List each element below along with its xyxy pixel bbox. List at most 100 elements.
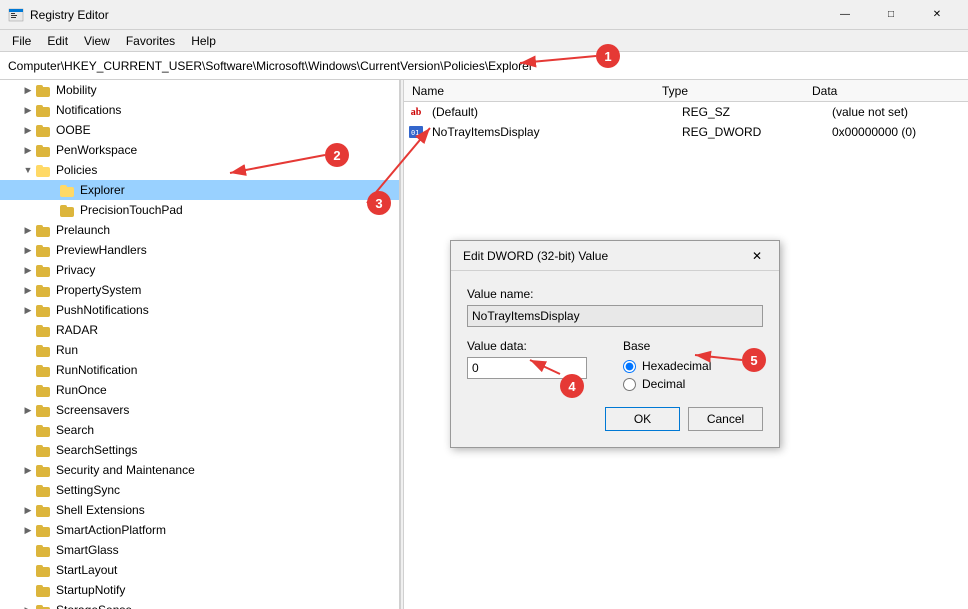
tree-label: PushNotifications: [56, 303, 149, 317]
reg-row-notrayitems[interactable]: 01 NoTrayItemsDisplay REG_DWORD 0x000000…: [404, 122, 968, 142]
expander-icon: ▶: [20, 222, 36, 238]
expander-icon: ▶: [20, 262, 36, 278]
column-headers: Name Type Data: [404, 80, 968, 102]
decimal-option[interactable]: Decimal: [623, 377, 763, 391]
folder-icon: [36, 523, 52, 537]
tree-item-shellextensions[interactable]: ▶ Shell Extensions: [0, 500, 399, 520]
folder-icon: [60, 183, 76, 197]
modal-left-section: Value data:: [467, 339, 607, 395]
folder-icon: [36, 123, 52, 137]
col-header-name: Name: [408, 84, 658, 98]
reg-entry-data: (value not set): [828, 105, 964, 119]
tree-label: Prelaunch: [56, 223, 110, 237]
menu-help[interactable]: Help: [183, 32, 224, 50]
expander-icon: [20, 342, 36, 358]
value-data-input[interactable]: [467, 357, 587, 379]
tree-item-settingsync[interactable]: SettingSync: [0, 480, 399, 500]
tree-item-precisiontouchpad[interactable]: PrecisionTouchPad: [0, 200, 399, 220]
tree-item-pushnotifications[interactable]: ▶ PushNotifications: [0, 300, 399, 320]
hexadecimal-radio[interactable]: [623, 360, 636, 373]
expander-icon: ▶: [20, 122, 36, 138]
folder-icon: [36, 483, 52, 497]
address-path[interactable]: Computer\HKEY_CURRENT_USER\Software\Micr…: [8, 59, 960, 73]
tree-label: Run: [56, 343, 78, 357]
tree-item-startlayout[interactable]: StartLayout: [0, 560, 399, 580]
tree-item-propertysystem[interactable]: ▶ PropertySystem: [0, 280, 399, 300]
modal-right-section: Base Hexadecimal Decimal: [623, 339, 763, 395]
expander-icon: [20, 562, 36, 578]
reg-sz-icon: ab: [408, 105, 424, 119]
tree-item-search[interactable]: Search: [0, 420, 399, 440]
tree-label: Explorer: [80, 183, 125, 197]
folder-icon: [36, 263, 52, 277]
tree-label: SmartGlass: [56, 543, 119, 557]
tree-item-security[interactable]: ▶ Security and Maintenance: [0, 460, 399, 480]
tree-item-oobe[interactable]: ▶ OOBE: [0, 120, 399, 140]
tree-label: Notifications: [56, 103, 121, 117]
tree-item-prelaunch[interactable]: ▶ Prelaunch: [0, 220, 399, 240]
tree-item-runonce[interactable]: RunOnce: [0, 380, 399, 400]
modal-title-bar: Edit DWORD (32-bit) Value ✕: [451, 241, 779, 271]
expander-icon: ▶: [20, 602, 36, 609]
window-controls: — □ ✕: [822, 0, 960, 30]
tree-item-runnotification[interactable]: RunNotification: [0, 360, 399, 380]
expander-icon: ▶: [20, 82, 36, 98]
tree-label: PropertySystem: [56, 283, 141, 297]
cancel-button[interactable]: Cancel: [688, 407, 763, 431]
reg-entry-type: REG_SZ: [678, 105, 828, 119]
tree-item-privacy[interactable]: ▶ Privacy: [0, 260, 399, 280]
tree-item-startupnotify[interactable]: StartupNotify: [0, 580, 399, 600]
folder-icon: [36, 403, 52, 417]
tree-item-searchsettings[interactable]: SearchSettings: [0, 440, 399, 460]
expander-icon: ▶: [20, 402, 36, 418]
tree-item-smartactionplatform[interactable]: ▶ SmartActionPlatform: [0, 520, 399, 540]
hexadecimal-option[interactable]: Hexadecimal: [623, 359, 763, 373]
modal-close-button[interactable]: ✕: [747, 246, 767, 266]
tree-item-radar[interactable]: RADAR: [0, 320, 399, 340]
tree-item-notifications[interactable]: ▶ Notifications: [0, 100, 399, 120]
folder-icon: [36, 503, 52, 517]
value-name-input[interactable]: [467, 305, 763, 327]
tree-item-previewhandlers[interactable]: ▶ PreviewHandlers: [0, 240, 399, 260]
expander-icon: [20, 542, 36, 558]
col-header-type: Type: [658, 84, 808, 98]
tree-item-penworkspace[interactable]: ▶ PenWorkspace: [0, 140, 399, 160]
reg-row-default[interactable]: ab (Default) REG_SZ (value not set): [404, 102, 968, 122]
tree-label: SmartActionPlatform: [56, 523, 166, 537]
tree-label: RADAR: [56, 323, 98, 337]
maximize-button[interactable]: □: [868, 0, 914, 30]
tree-item-run[interactable]: Run: [0, 340, 399, 360]
tree-label: Security and Maintenance: [56, 463, 195, 477]
expander-icon: ▶: [20, 102, 36, 118]
ok-button[interactable]: OK: [605, 407, 680, 431]
window-title: Registry Editor: [30, 8, 822, 22]
tree-label: Screensavers: [56, 403, 129, 417]
menu-edit[interactable]: Edit: [39, 32, 76, 50]
tree-item-screensavers[interactable]: ▶ Screensavers: [0, 400, 399, 420]
reg-dword-icon: 01: [408, 125, 424, 139]
expander-icon: [44, 182, 60, 198]
tree-item-storagesense[interactable]: ▶ StorageSense: [0, 600, 399, 609]
modal-body: Value name: Value data: Base Hexadecimal: [451, 271, 779, 447]
minimize-button[interactable]: —: [822, 0, 868, 30]
folder-icon: [36, 563, 52, 577]
expander-icon: ▶: [20, 462, 36, 478]
tree-item-smartglass[interactable]: SmartGlass: [0, 540, 399, 560]
folder-icon: [36, 163, 52, 177]
tree-item-explorer[interactable]: Explorer: [0, 180, 399, 200]
menu-view[interactable]: View: [76, 32, 118, 50]
tree-label: PenWorkspace: [56, 143, 137, 157]
tree-item-policies[interactable]: ▼ Policies: [0, 160, 399, 180]
tree-item-mobility[interactable]: ▶ Mobility: [0, 80, 399, 100]
menu-file[interactable]: File: [4, 32, 39, 50]
reg-entry-name: (Default): [428, 105, 678, 119]
folder-icon: [36, 543, 52, 557]
col-header-data: Data: [808, 84, 964, 98]
decimal-radio[interactable]: [623, 378, 636, 391]
registry-editor-icon: [8, 7, 24, 23]
expander-icon: [20, 482, 36, 498]
tree-label: Policies: [56, 163, 97, 177]
menu-favorites[interactable]: Favorites: [118, 32, 183, 50]
folder-icon: [36, 443, 52, 457]
close-button[interactable]: ✕: [914, 0, 960, 30]
